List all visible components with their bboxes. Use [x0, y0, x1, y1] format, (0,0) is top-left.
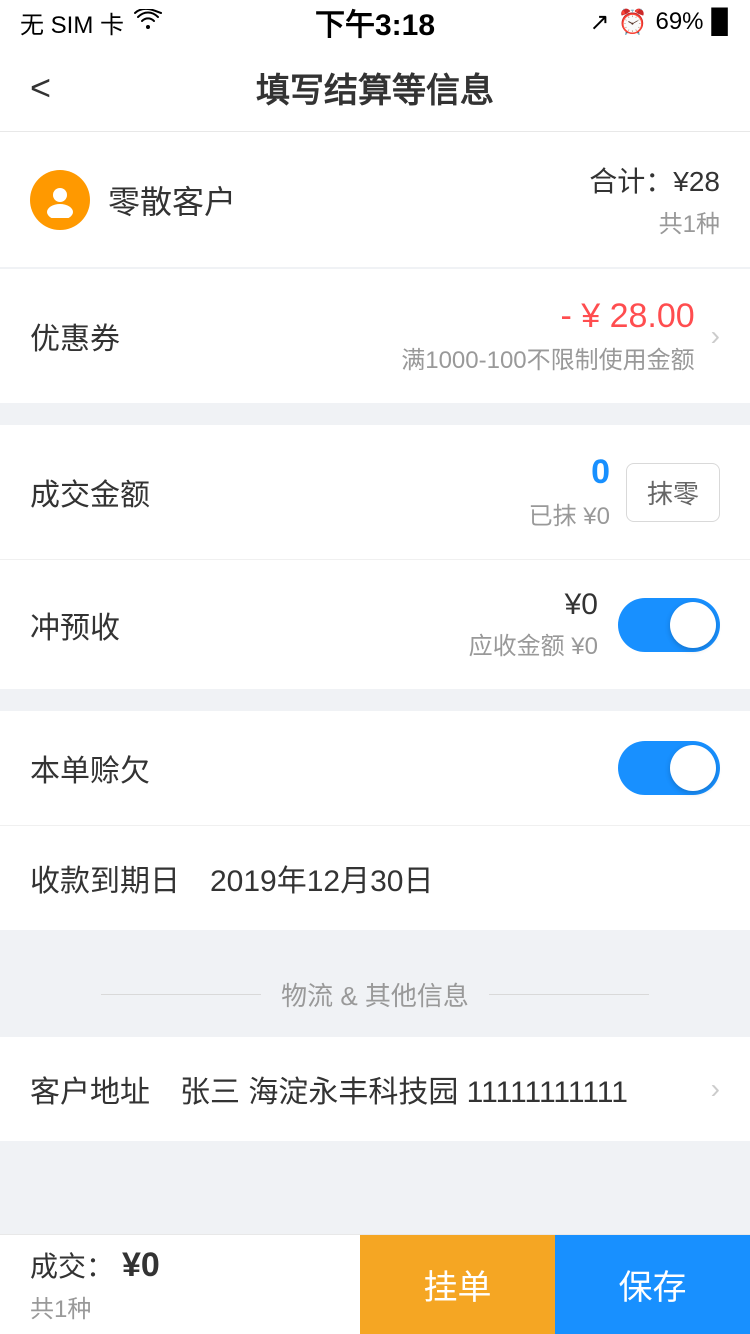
coupon-desc: 满1000-100不限制使用金额 — [401, 340, 694, 375]
pending-button[interactable]: 挂单 — [360, 1235, 555, 1334]
prepay-amounts: ¥0 应收金额 ¥0 — [469, 588, 598, 661]
customer-section: 零散客户 合计：¥28 共1种 — [0, 132, 750, 267]
page-title: 填写结算等信息 — [256, 63, 494, 112]
bottom-bar: 成交： ¥0 共1种 挂单 保存 — [0, 1234, 750, 1334]
coupon-right: - ¥ 28.00 满1000-100不限制使用金额 › — [401, 297, 720, 375]
nav-bar: < 填写结算等信息 — [0, 44, 750, 132]
address-value: 张三 海淀永丰科技园 11111111111 — [180, 1067, 711, 1111]
bottom-count: 共1种 — [30, 1289, 330, 1324]
bottom-transaction-label: 成交： — [30, 1245, 114, 1285]
coupon-row[interactable]: 优惠券 - ¥ 28.00 满1000-100不限制使用金额 › — [0, 269, 750, 403]
bottom-summary: 成交： ¥0 共1种 — [0, 1245, 360, 1324]
customer-total: 合计：¥28 — [589, 160, 720, 200]
back-button[interactable]: < — [30, 67, 51, 109]
alarm-icon: ⏰ — [618, 8, 648, 37]
address-label: 客户地址 — [30, 1067, 150, 1111]
bottom-transaction-line: 成交： ¥0 — [30, 1245, 330, 1285]
transaction-label: 成交金额 — [30, 470, 150, 514]
address-chevron-icon: › — [711, 1073, 720, 1105]
transaction-right: 0 已抹 ¥0 抹零 — [529, 453, 720, 531]
due-date-value[interactable]: 2019年12月30日 — [210, 856, 433, 900]
customer-right: 合计：¥28 共1种 — [589, 160, 720, 239]
prepay-row: 冲预收 ¥0 应收金额 ¥0 — [0, 560, 750, 689]
transaction-amount-row: 成交金额 0 已抹 ¥0 抹零 — [0, 425, 750, 560]
gray-divider-3 — [0, 932, 750, 952]
prepay-label: 冲预收 — [30, 603, 120, 647]
coupon-value: - ¥ 28.00 — [401, 297, 694, 336]
location-icon: ↗ — [589, 8, 609, 37]
prepay-amount-value: ¥0 — [469, 588, 598, 622]
status-bar: 无 SIM 卡 下午3:18 ↗ ⏰ 69% ▉ — [0, 0, 750, 44]
debt-toggle[interactable] — [618, 741, 720, 795]
status-left: 无 SIM 卡 — [20, 5, 162, 40]
chevron-right-icon: › — [711, 320, 720, 352]
transaction-value[interactable]: 0 — [529, 453, 610, 492]
battery-icon: ▉ — [712, 8, 730, 37]
prepay-toggle[interactable] — [618, 598, 720, 652]
customer-name: 零散客户 — [108, 177, 236, 223]
address-row[interactable]: 客户地址 张三 海淀永丰科技园 11111111111 › — [0, 1037, 750, 1141]
debt-row: 本单赊欠 — [0, 711, 750, 825]
debt-label: 本单赊欠 — [30, 746, 150, 790]
save-button[interactable]: 保存 — [555, 1235, 750, 1334]
customer-count: 共1种 — [589, 204, 720, 239]
gray-divider-2 — [0, 691, 750, 711]
prepay-receivable-text: 应收金额 ¥0 — [469, 626, 598, 661]
logistics-label: 物流 & 其他信息 — [281, 976, 469, 1013]
status-right: ↗ ⏰ 69% ▉ — [589, 8, 730, 37]
status-time: 下午3:18 — [315, 0, 435, 44]
carrier-text: 无 SIM 卡 — [20, 5, 124, 40]
already-rounded-text: 已抹 ¥0 — [529, 496, 610, 531]
transaction-section: 成交金额 0 已抹 ¥0 抹零 冲预收 ¥0 应收金额 ¥0 — [0, 425, 750, 689]
prepay-right: ¥0 应收金额 ¥0 — [469, 588, 720, 661]
toggle-knob — [670, 602, 716, 648]
coupon-section: 优惠券 - ¥ 28.00 满1000-100不限制使用金额 › — [0, 269, 750, 403]
coupon-label: 优惠券 — [30, 314, 120, 358]
gray-divider-1 — [0, 405, 750, 425]
wifi-icon — [134, 8, 162, 36]
avatar — [30, 170, 90, 230]
customer-left: 零散客户 — [30, 170, 236, 230]
debt-section: 本单赊欠 收款到期日 2019年12月30日 — [0, 711, 750, 930]
due-date-label: 收款到期日 — [30, 856, 180, 900]
round-zero-button[interactable]: 抹零 — [626, 463, 720, 522]
logistics-divider: 物流 & 其他信息 — [0, 952, 750, 1037]
debt-toggle-knob — [670, 745, 716, 791]
bottom-transaction-amount: ¥0 — [122, 1246, 160, 1285]
address-section: 客户地址 张三 海淀永丰科技园 11111111111 › — [0, 1037, 750, 1141]
due-date-row: 收款到期日 2019年12月30日 — [0, 825, 750, 930]
battery-text: 69% — [655, 8, 703, 36]
